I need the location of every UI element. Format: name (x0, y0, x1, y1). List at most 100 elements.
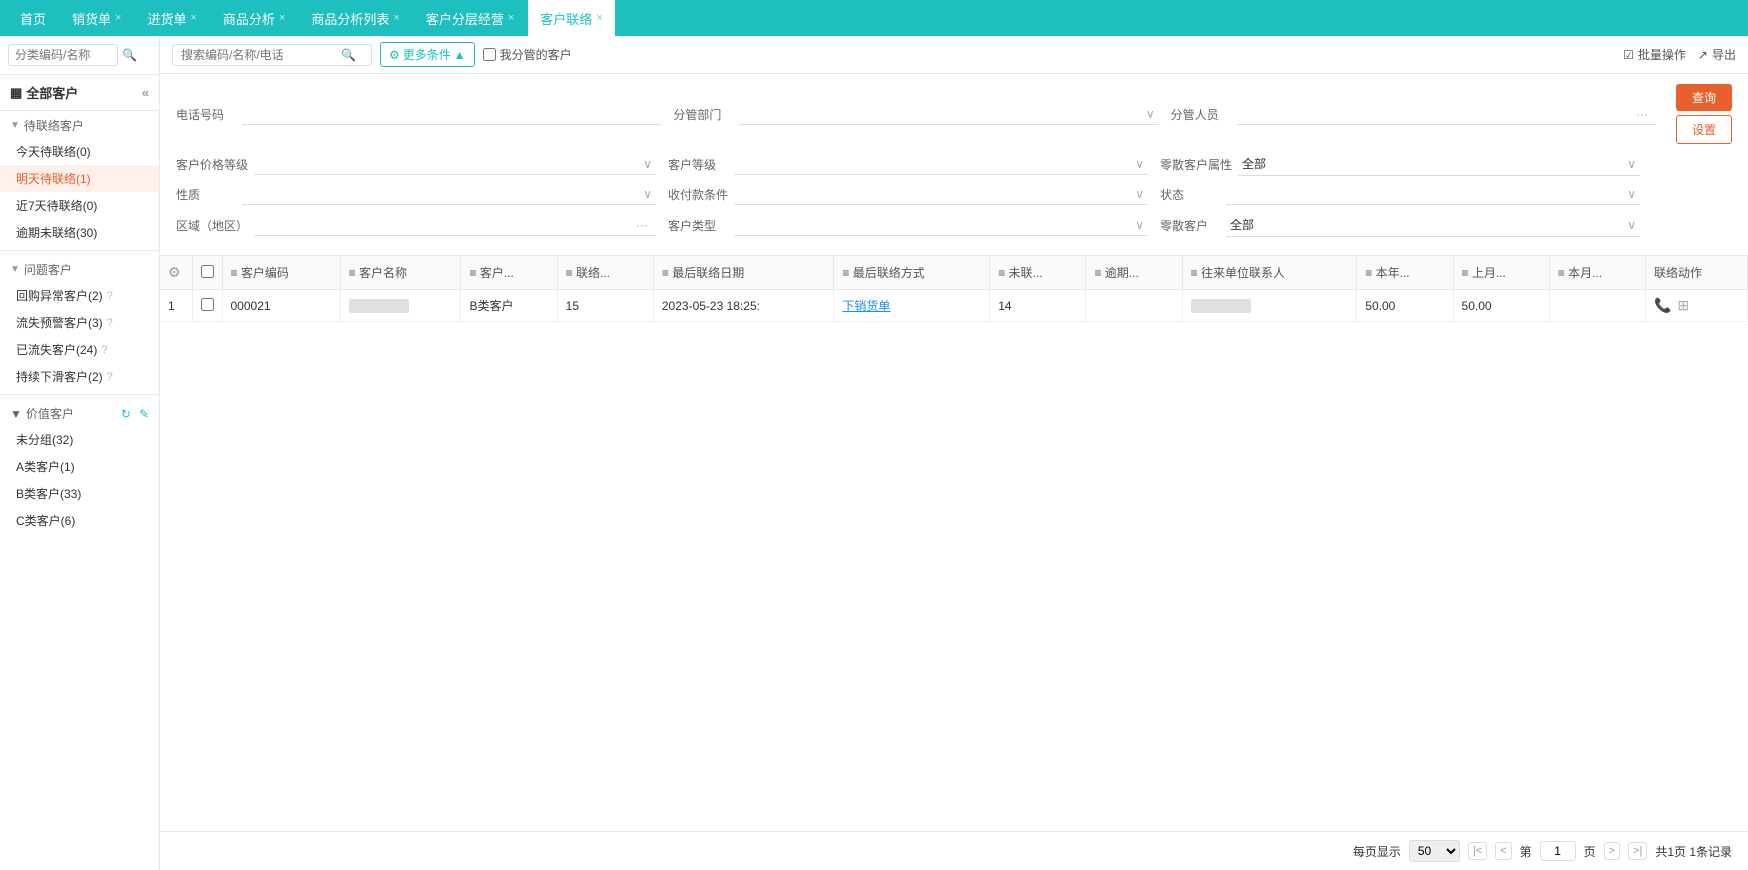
page-suffix: 页 (1584, 843, 1596, 860)
action-phone-icon[interactable]: 📞 (1654, 297, 1671, 314)
nav-product-list[interactable]: 商品分析列表 × (299, 0, 411, 36)
table-body: 1 000021 Ea B类客户 15 2023-05-23 18:25: 下销… (160, 290, 1748, 322)
filter-phone-input[interactable] (242, 104, 661, 125)
sidebar-all-customers[interactable]: ▦ 全部客户 « (0, 75, 159, 111)
row-checkbox[interactable] (201, 298, 214, 311)
nav-product-list-close[interactable]: × (393, 12, 399, 24)
customer-table: ⚙ ≡ 客户编码 ≡ 客户名称 ≡ 客户... (160, 256, 1748, 322)
filter-dept: 分管部门 ∨ (673, 104, 1158, 125)
filter-status-label: 状态 (1160, 186, 1220, 203)
section-arrow: ▼ (10, 120, 20, 131)
export-button[interactable]: ↗ 导出 (1698, 46, 1736, 63)
filter-phone: 电话号码 (176, 104, 661, 125)
filter-right-actions: ☑ 批量操作 ↗ 导出 (1623, 46, 1736, 63)
filter-payment-select[interactable]: ∨ (734, 184, 1148, 205)
row-checkbox-cell (192, 290, 222, 322)
sidebar-collapse-icon[interactable]: « (142, 85, 149, 100)
sidebar-item-churned[interactable]: 已流失客户(24) ? (0, 336, 159, 363)
sidebar-item-ungrouped[interactable]: 未分组(32) (0, 426, 159, 453)
row-type: B类客户 (461, 290, 557, 322)
nav-purchase[interactable]: 进货单 × (135, 0, 208, 36)
help-icon-2[interactable]: ? (107, 317, 113, 329)
page-number-input[interactable] (1540, 841, 1576, 861)
filter-dept-select[interactable]: ∨ (739, 104, 1158, 125)
filter-nature-select[interactable]: ∨ (242, 184, 656, 205)
nav-customer-contact-close[interactable]: × (596, 12, 602, 24)
filter-person-dots[interactable]: ··· (1632, 107, 1652, 121)
nav-product-analysis-close[interactable]: × (279, 12, 285, 24)
select-all-checkbox[interactable] (201, 265, 214, 278)
first-page-btn[interactable]: |< (1468, 842, 1487, 860)
filter-customer-level-select[interactable]: ∨ (734, 154, 1148, 175)
filter-retail-customer-select[interactable]: 全部 ∨ (1226, 213, 1640, 237)
main-search-input[interactable] (181, 48, 341, 62)
prev-page-btn[interactable]: < (1495, 842, 1511, 860)
action-qr-icon[interactable]: ⊞ (1677, 297, 1689, 314)
filter-payment: 收付款条件 ∨ (668, 184, 1148, 205)
retail-arrow: ∨ (1627, 218, 1636, 232)
nav-home[interactable]: 首页 (8, 0, 58, 36)
last-method-link[interactable]: 下销货单 (842, 299, 890, 313)
per-page-select[interactable]: 50 100 200 (1409, 840, 1460, 862)
my-customers-check[interactable] (483, 48, 496, 61)
next-page-btn[interactable]: > (1604, 842, 1620, 860)
sidebar-item-class-a[interactable]: A类客户(1) (0, 453, 159, 480)
my-customers-checkbox[interactable]: 我分管的客户 (483, 46, 572, 63)
sidebar-item-today[interactable]: 今天待联络(0) (0, 138, 159, 165)
filter-retail-attr-select[interactable]: 全部 ∨ (1238, 152, 1640, 176)
col-last-method: ≡ 最后联络方式 (834, 256, 990, 290)
price-arrow: ∨ (643, 157, 652, 171)
filter-area-dots[interactable]: ··· (632, 218, 652, 232)
nav-sales[interactable]: 销货单 × (60, 0, 133, 36)
filter-price-level: 客户价格等级 ∨ (176, 154, 656, 175)
filter-person: 分管人员 ··· (1171, 104, 1656, 125)
status-arrow: ∨ (1627, 187, 1636, 201)
export-icon: ↗ (1698, 48, 1708, 62)
nav-customer-tier[interactable]: 客户分层经营 × (414, 0, 526, 36)
main-layout: 🔍 ▦ 全部客户 « ▼ 待联络客户 今天待联络(0) 明天待联络(1) 近7天… (0, 36, 1748, 870)
row-this-month (1549, 290, 1645, 322)
value-refresh-icon[interactable]: ↻ (121, 407, 131, 421)
filter-price-label: 客户价格等级 (176, 156, 248, 173)
sidebar-search-input[interactable] (8, 44, 118, 66)
sidebar-search-icon[interactable]: 🔍 (122, 48, 137, 62)
value-edit-icon[interactable]: ✎ (139, 407, 149, 421)
settings-button[interactable]: 设置 (1676, 115, 1732, 144)
sidebar-item-churn-warning[interactable]: 流失预警客户(3) ? (0, 309, 159, 336)
sidebar-item-class-c[interactable]: C类客户(6) (0, 507, 159, 534)
table-header-row: ⚙ ≡ 客户编码 ≡ 客户名称 ≡ 客户... (160, 256, 1748, 290)
query-button[interactable]: 查询 (1676, 84, 1732, 111)
row-this-year: 50.00 (1357, 290, 1453, 322)
sidebar-divider-2 (0, 394, 159, 395)
filter-price-select[interactable]: ∨ (254, 154, 656, 175)
nav-product-analysis[interactable]: 商品分析 × (211, 0, 297, 36)
sidebar-item-overdue[interactable]: 逾期未联络(30) (0, 219, 159, 246)
help-icon-4[interactable]: ? (107, 371, 113, 383)
more-conditions-button[interactable]: ⚙ 更多条件 ▲ (380, 42, 475, 67)
col-settings: ⚙ (160, 256, 192, 290)
main-search-icon[interactable]: 🔍 (341, 48, 356, 62)
nav-purchase-close[interactable]: × (190, 12, 196, 24)
help-icon-3[interactable]: ? (101, 344, 107, 356)
row-code: 000021 (222, 290, 340, 322)
sidebar-item-abnormal[interactable]: 回购异常客户(2) ? (0, 282, 159, 309)
filter-status-select[interactable]: ∨ (1226, 184, 1640, 205)
sidebar-item-7days[interactable]: 近7天待联络(0) (0, 192, 159, 219)
last-page-btn[interactable]: >| (1628, 842, 1647, 860)
nav-sales-close[interactable]: × (115, 12, 121, 24)
table-settings-icon[interactable]: ⚙ (168, 264, 181, 280)
sidebar-item-class-b[interactable]: B类客户(33) (0, 480, 159, 507)
sidebar-item-declining[interactable]: 持续下滑客户(2) ? (0, 363, 159, 390)
nav-customer-contact[interactable]: 客户联络 × (528, 0, 614, 36)
filter-dept-label: 分管部门 (673, 106, 733, 123)
customer-name-blurred: Ea (349, 299, 409, 313)
filter-status: 状态 ∨ (1160, 184, 1640, 205)
sidebar-item-tomorrow[interactable]: 明天待联络(1) (0, 165, 159, 192)
row-actions: 📞 ⊞ (1645, 290, 1747, 322)
level-arrow: ∨ (1135, 157, 1144, 171)
filter-customer-type-select[interactable]: ∨ (734, 215, 1148, 236)
nav-customer-tier-close[interactable]: × (508, 12, 514, 24)
help-icon-1[interactable]: ? (107, 290, 113, 302)
row-index: 1 (160, 290, 192, 322)
batch-operation-button[interactable]: ☑ 批量操作 (1623, 46, 1686, 63)
